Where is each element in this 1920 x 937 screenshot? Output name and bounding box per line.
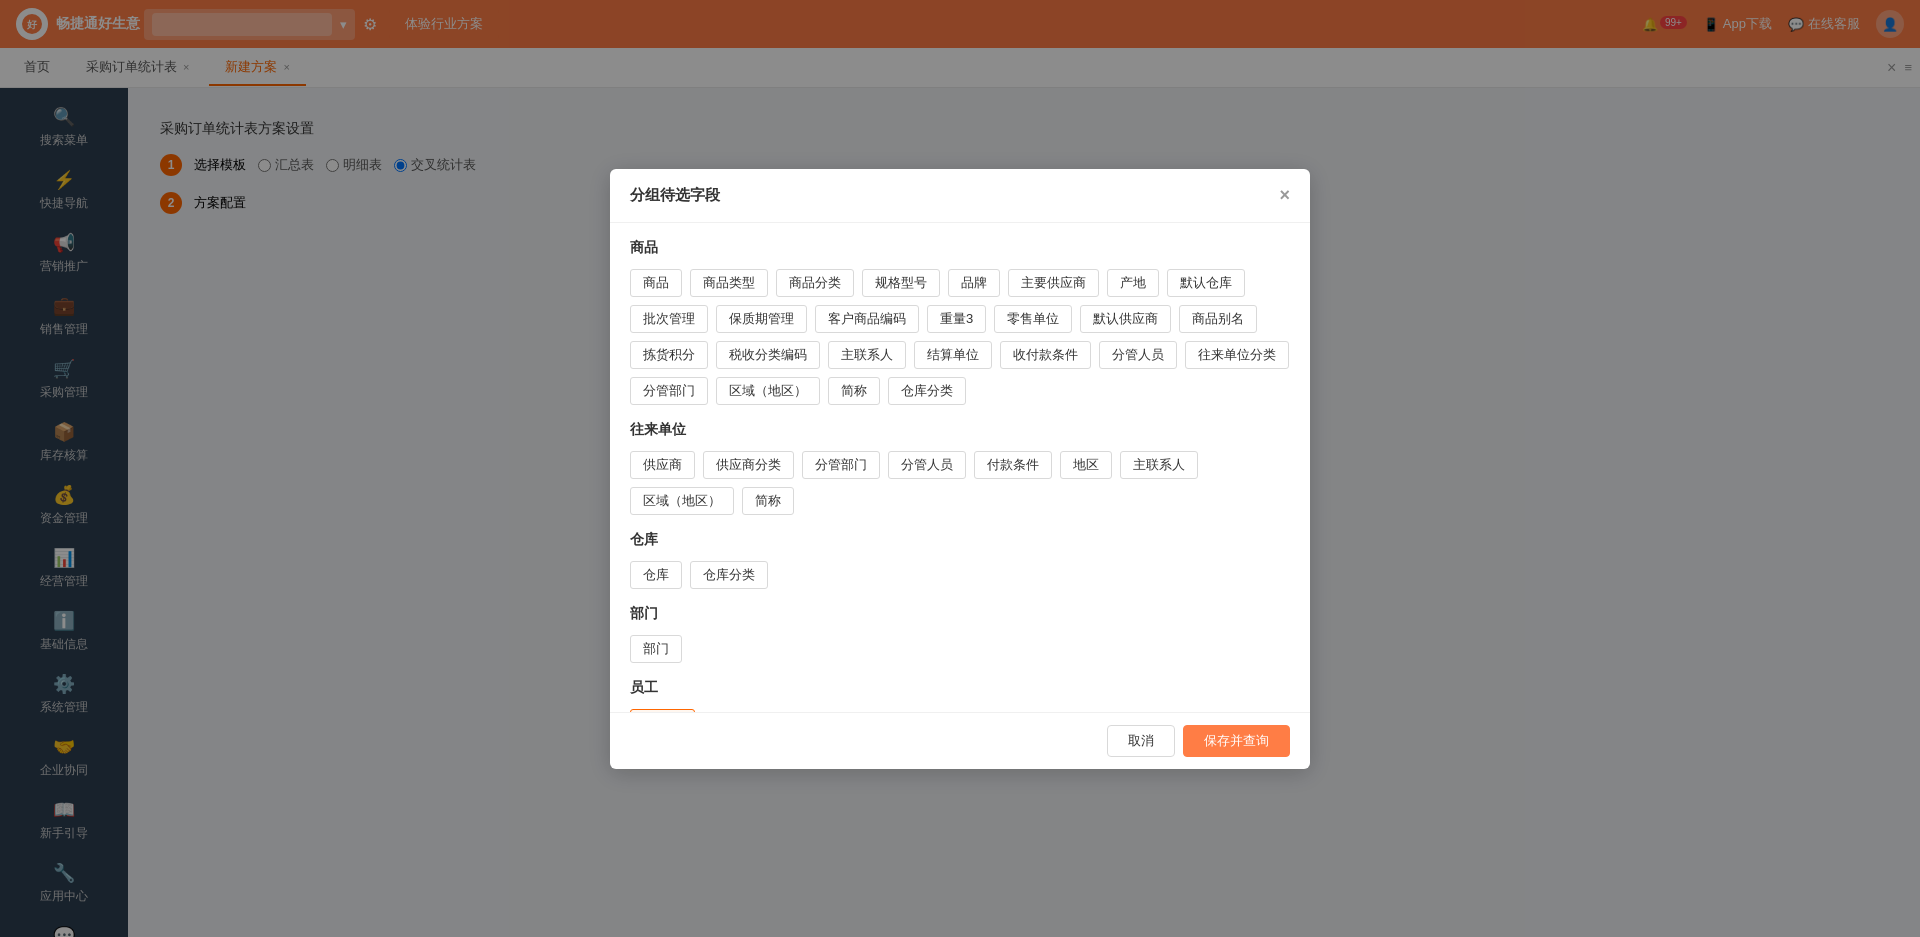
modal-overlay: 分组待选字段 × 商品商品商品类型商品分类规格型号品牌主要供应商产地默认仓库批次… [0, 0, 1920, 937]
tag-item-0-22[interactable]: 分管部门 [630, 377, 708, 405]
tag-item-0-7[interactable]: 默认仓库 [1167, 269, 1245, 297]
dialog-footer: 取消 保存并查询 [610, 712, 1310, 769]
tag-item-1-1[interactable]: 供应商分类 [703, 451, 794, 479]
tag-item-0-15[interactable]: 拣货积分 [630, 341, 708, 369]
tag-item-0-5[interactable]: 主要供应商 [1008, 269, 1099, 297]
tag-item-1-5[interactable]: 地区 [1060, 451, 1112, 479]
tag-item-0-4[interactable]: 品牌 [948, 269, 1000, 297]
tag-grid-0: 商品商品类型商品分类规格型号品牌主要供应商产地默认仓库批次管理保质期管理客户商品… [630, 269, 1290, 405]
section-title-0: 商品 [630, 239, 1290, 257]
tag-item-1-7[interactable]: 区域（地区） [630, 487, 734, 515]
tag-item-0-25[interactable]: 仓库分类 [888, 377, 966, 405]
tag-grid-3: 部门 [630, 635, 1290, 663]
tag-item-0-24[interactable]: 简称 [828, 377, 880, 405]
tag-item-0-3[interactable]: 规格型号 [862, 269, 940, 297]
section-title-2: 仓库 [630, 531, 1290, 549]
tag-grid-2: 仓库仓库分类 [630, 561, 1290, 589]
tag-item-3-0[interactable]: 部门 [630, 635, 682, 663]
dialog-header: 分组待选字段 × [610, 169, 1310, 223]
tag-item-0-16[interactable]: 税收分类编码 [716, 341, 820, 369]
tag-item-0-17[interactable]: 主联系人 [828, 341, 906, 369]
tag-item-0-9[interactable]: 保质期管理 [716, 305, 807, 333]
tag-grid-1: 供应商供应商分类分管部门分管人员付款条件地区主联系人区域（地区） 简称 [630, 451, 1290, 515]
tag-item-0-21[interactable]: 往来单位分类 [1185, 341, 1289, 369]
dialog: 分组待选字段 × 商品商品商品类型商品分类规格型号品牌主要供应商产地默认仓库批次… [610, 169, 1310, 769]
tag-item-0-8[interactable]: 批次管理 [630, 305, 708, 333]
tag-item-0-6[interactable]: 产地 [1107, 269, 1159, 297]
tag-item-0-13[interactable]: 默认供应商 [1080, 305, 1171, 333]
tag-item-0-0[interactable]: 商品 [630, 269, 682, 297]
section-title-4: 员工 [630, 679, 1290, 697]
tag-item-0-10[interactable]: 客户商品编码 [815, 305, 919, 333]
tag-item-0-18[interactable]: 结算单位 [914, 341, 992, 369]
section-title-1: 往来单位 [630, 421, 1290, 439]
dialog-title: 分组待选字段 [630, 186, 720, 205]
tag-item-0-19[interactable]: 收付款条件 [1000, 341, 1091, 369]
cancel-button[interactable]: 取消 [1107, 725, 1175, 757]
tag-item-1-6[interactable]: 主联系人 [1120, 451, 1198, 479]
tag-item-2-0[interactable]: 仓库 [630, 561, 682, 589]
tag-item-2-1[interactable]: 仓库分类 [690, 561, 768, 589]
tag-item-0-1[interactable]: 商品类型 [690, 269, 768, 297]
tag-item-0-23[interactable]: 区域（地区） [716, 377, 820, 405]
tag-item-1-8[interactable]: 简称 [742, 487, 794, 515]
tag-item-0-2[interactable]: 商品分类 [776, 269, 854, 297]
section-title-3: 部门 [630, 605, 1290, 623]
tag-item-0-14[interactable]: 商品别名 [1179, 305, 1257, 333]
tag-item-0-20[interactable]: 分管人员 [1099, 341, 1177, 369]
confirm-button[interactable]: 保存并查询 [1183, 725, 1290, 757]
tag-item-1-4[interactable]: 付款条件 [974, 451, 1052, 479]
tag-item-1-0[interactable]: 供应商 [630, 451, 695, 479]
tag-item-0-11[interactable]: 重量3 [927, 305, 986, 333]
tag-item-0-12[interactable]: 零售单位 [994, 305, 1072, 333]
dialog-close-icon[interactable]: × [1279, 185, 1290, 206]
dialog-body[interactable]: 商品商品商品类型商品分类规格型号品牌主要供应商产地默认仓库批次管理保质期管理客户… [610, 223, 1310, 712]
tag-item-1-2[interactable]: 分管部门 [802, 451, 880, 479]
tag-item-1-3[interactable]: 分管人员 [888, 451, 966, 479]
